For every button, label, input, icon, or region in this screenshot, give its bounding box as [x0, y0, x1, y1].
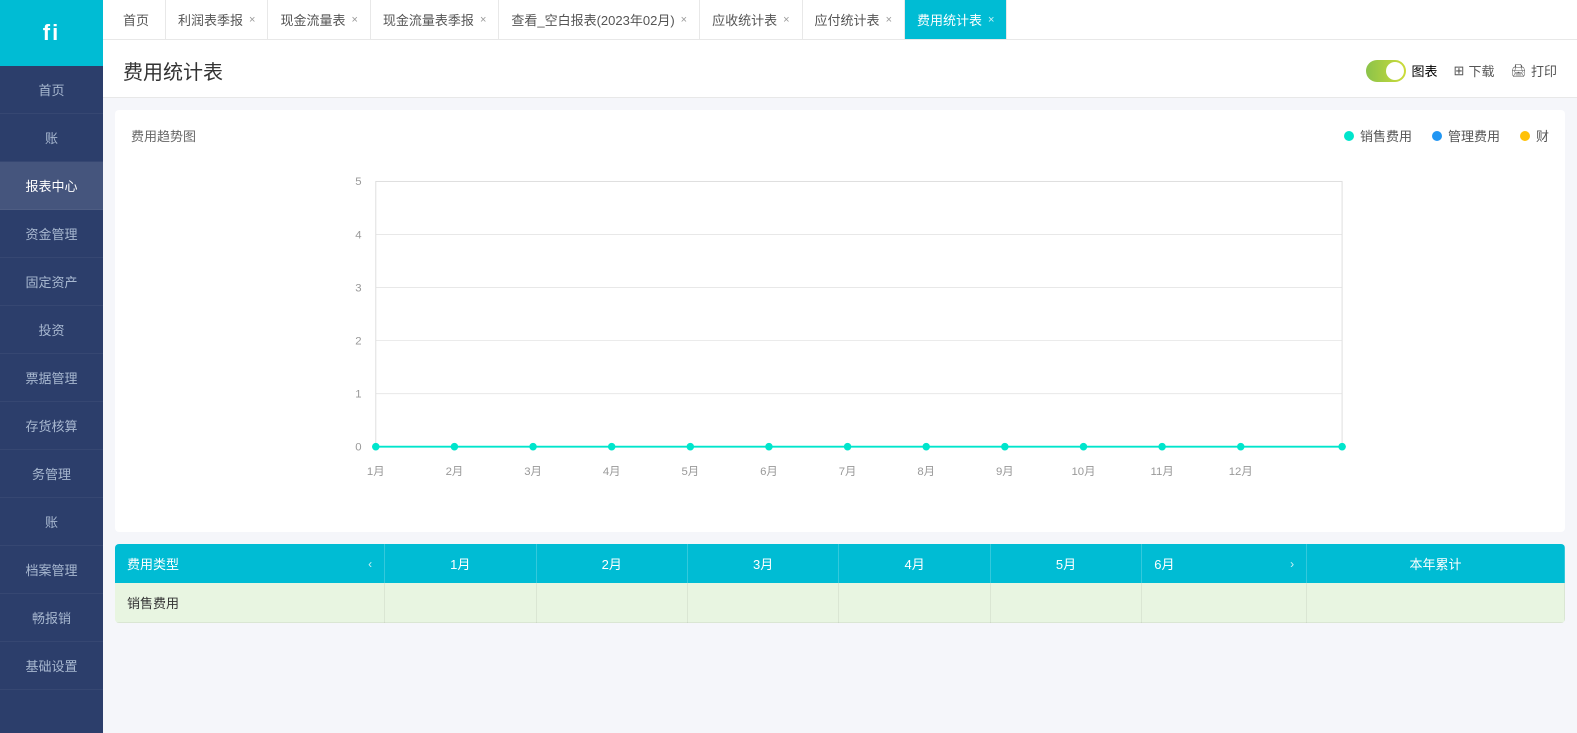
chart-container: 费用趋势图 销售费用 管理费用 财: [115, 110, 1565, 532]
svg-text:3: 3: [355, 282, 361, 294]
data-table-wrap: 费用类型 ‹ 1月 2月 3月 4月 5月 6月: [115, 544, 1565, 623]
cell-m5: [990, 583, 1141, 623]
th-expense-type: 费用类型 ‹: [115, 544, 385, 583]
chart-svg-wrap: 5 4 3 2 1: [131, 153, 1549, 516]
sidebar-item-fixed-assets[interactable]: 固定资产: [0, 258, 103, 306]
svg-text:2: 2: [355, 335, 361, 347]
tab-profit[interactable]: 利润表季报 ×: [166, 0, 268, 40]
sidebar-item-investment[interactable]: 投资: [0, 306, 103, 354]
tab-bar: 首页 利润表季报 × 现金流量表 × 现金流量表季报 × 查看_空白报表(202…: [103, 0, 1577, 40]
cell-expense-type: 销售费用: [115, 583, 385, 623]
svg-text:9月: 9月: [996, 466, 1014, 478]
legend-label-admin: 管理费用: [1448, 126, 1500, 145]
page-header: 费用统计表 图表 ⊞ 下载 🖨 打印: [103, 40, 1577, 98]
th-m5: 5月: [990, 544, 1141, 583]
legend-label-finance: 财: [1536, 126, 1549, 145]
svg-text:1月: 1月: [367, 466, 385, 478]
page-area: 费用统计表 图表 ⊞ 下载 🖨 打印: [103, 40, 1577, 733]
table-row: 销售费用: [115, 583, 1565, 623]
download-icon: ⊞: [1454, 63, 1465, 79]
cell-ytd: [1307, 583, 1565, 623]
th-ytd: 本年累计: [1307, 544, 1565, 583]
expense-table: 费用类型 ‹ 1月 2月 3月 4月 5月 6月: [115, 544, 1565, 623]
tab-blank-report[interactable]: 查看_空白报表(2023年02月) ×: [499, 0, 700, 40]
svg-text:0: 0: [355, 441, 361, 453]
close-tab-receivable[interactable]: ×: [783, 14, 789, 26]
sidebar-item-service-management[interactable]: 务管理: [0, 450, 103, 498]
legend-finance: 财: [1520, 126, 1549, 145]
page-title: 费用统计表: [123, 56, 223, 85]
close-tab-cashflow[interactable]: ×: [351, 14, 357, 26]
next-period-arrow[interactable]: ›: [1290, 557, 1294, 571]
sidebar-item-write-off[interactable]: 畅报销: [0, 594, 103, 642]
tab-expense-stat[interactable]: 费用统计表 ×: [905, 0, 1007, 40]
page-actions: 图表 ⊞ 下载 🖨 打印: [1366, 60, 1557, 82]
th-m3: 3月: [687, 544, 838, 583]
svg-text:5: 5: [355, 176, 361, 188]
sidebar-item-report-center[interactable]: 报表中心: [0, 162, 103, 210]
svg-text:10月: 10月: [1071, 466, 1095, 478]
svg-text:3月: 3月: [524, 466, 542, 478]
sidebar-logo: fi: [0, 0, 103, 66]
tab-payable-stat[interactable]: 应付统计表 ×: [803, 0, 905, 40]
svg-text:8月: 8月: [917, 466, 935, 478]
chart-toggle-wrap[interactable]: 图表: [1366, 60, 1438, 82]
chart-toggle-label: 图表: [1412, 61, 1438, 80]
close-tab-expense-stat[interactable]: ×: [988, 14, 994, 26]
th-m6: 6月 ›: [1142, 544, 1307, 583]
svg-text:6月: 6月: [760, 466, 778, 478]
cell-m2: [536, 583, 687, 623]
svg-text:12月: 12月: [1229, 466, 1253, 478]
chart-header: 费用趋势图 销售费用 管理费用 财: [131, 126, 1549, 145]
sidebar-item-payable[interactable]: 账: [0, 498, 103, 546]
close-tab-cashflow-quarterly[interactable]: ×: [480, 14, 486, 26]
download-button[interactable]: ⊞ 下载: [1454, 61, 1495, 80]
trend-chart: 5 4 3 2 1: [131, 153, 1549, 513]
prev-period-arrow[interactable]: ‹: [368, 557, 372, 571]
legend-sales: 销售费用: [1344, 126, 1412, 145]
sidebar-item-home[interactable]: 首页: [0, 66, 103, 114]
svg-text:2月: 2月: [446, 466, 464, 478]
chart-toggle[interactable]: [1366, 60, 1406, 82]
sidebar-item-fund-management[interactable]: 资金管理: [0, 210, 103, 258]
tab-home[interactable]: 首页: [107, 0, 166, 40]
legend-dot-finance: [1520, 131, 1530, 141]
legend-dot-admin: [1432, 131, 1442, 141]
print-icon: 🖨: [1510, 63, 1527, 79]
sidebar-item-inventory[interactable]: 存货核算: [0, 402, 103, 450]
print-button[interactable]: 🖨 打印: [1510, 61, 1557, 80]
sidebar-item-account[interactable]: 账: [0, 114, 103, 162]
cell-m6: [1142, 583, 1307, 623]
chart-legend: 销售费用 管理费用 财: [1344, 126, 1549, 145]
chart-title: 费用趋势图: [131, 126, 196, 145]
svg-text:4: 4: [355, 229, 361, 241]
download-label: 下载: [1468, 61, 1494, 80]
print-label: 打印: [1531, 61, 1557, 80]
legend-dot-sales: [1344, 131, 1354, 141]
legend-label-sales: 销售费用: [1360, 126, 1412, 145]
tab-cashflow-quarterly[interactable]: 现金流量表季报 ×: [371, 0, 499, 40]
sidebar-item-ticket-management[interactable]: 票据管理: [0, 354, 103, 402]
th-m4: 4月: [839, 544, 990, 583]
legend-admin: 管理费用: [1432, 126, 1500, 145]
tab-receivable[interactable]: 应收统计表 ×: [700, 0, 802, 40]
main-content: 首页 利润表季报 × 现金流量表 × 现金流量表季报 × 查看_空白报表(202…: [103, 0, 1577, 733]
svg-text:1: 1: [355, 388, 361, 400]
svg-text:4月: 4月: [603, 466, 621, 478]
cell-m3: [687, 583, 838, 623]
svg-text:5月: 5月: [681, 466, 699, 478]
close-tab-profit[interactable]: ×: [249, 14, 255, 26]
cell-m1: [385, 583, 536, 623]
th-m1: 1月: [385, 544, 536, 583]
cell-m4: [839, 583, 990, 623]
sidebar-item-archive[interactable]: 档案管理: [0, 546, 103, 594]
close-tab-blank-report[interactable]: ×: [681, 14, 687, 26]
svg-text:11月: 11月: [1151, 466, 1174, 478]
tab-cashflow[interactable]: 现金流量表 ×: [268, 0, 370, 40]
sidebar-item-basic-settings[interactable]: 基础设置: [0, 642, 103, 690]
sidebar: fi 首页 账 报表中心 资金管理 固定资产 投资 票据管理 存货核算 务管理 …: [0, 0, 103, 733]
close-tab-payable-stat[interactable]: ×: [886, 14, 892, 26]
th-m2: 2月: [536, 544, 687, 583]
svg-text:7月: 7月: [839, 466, 857, 478]
